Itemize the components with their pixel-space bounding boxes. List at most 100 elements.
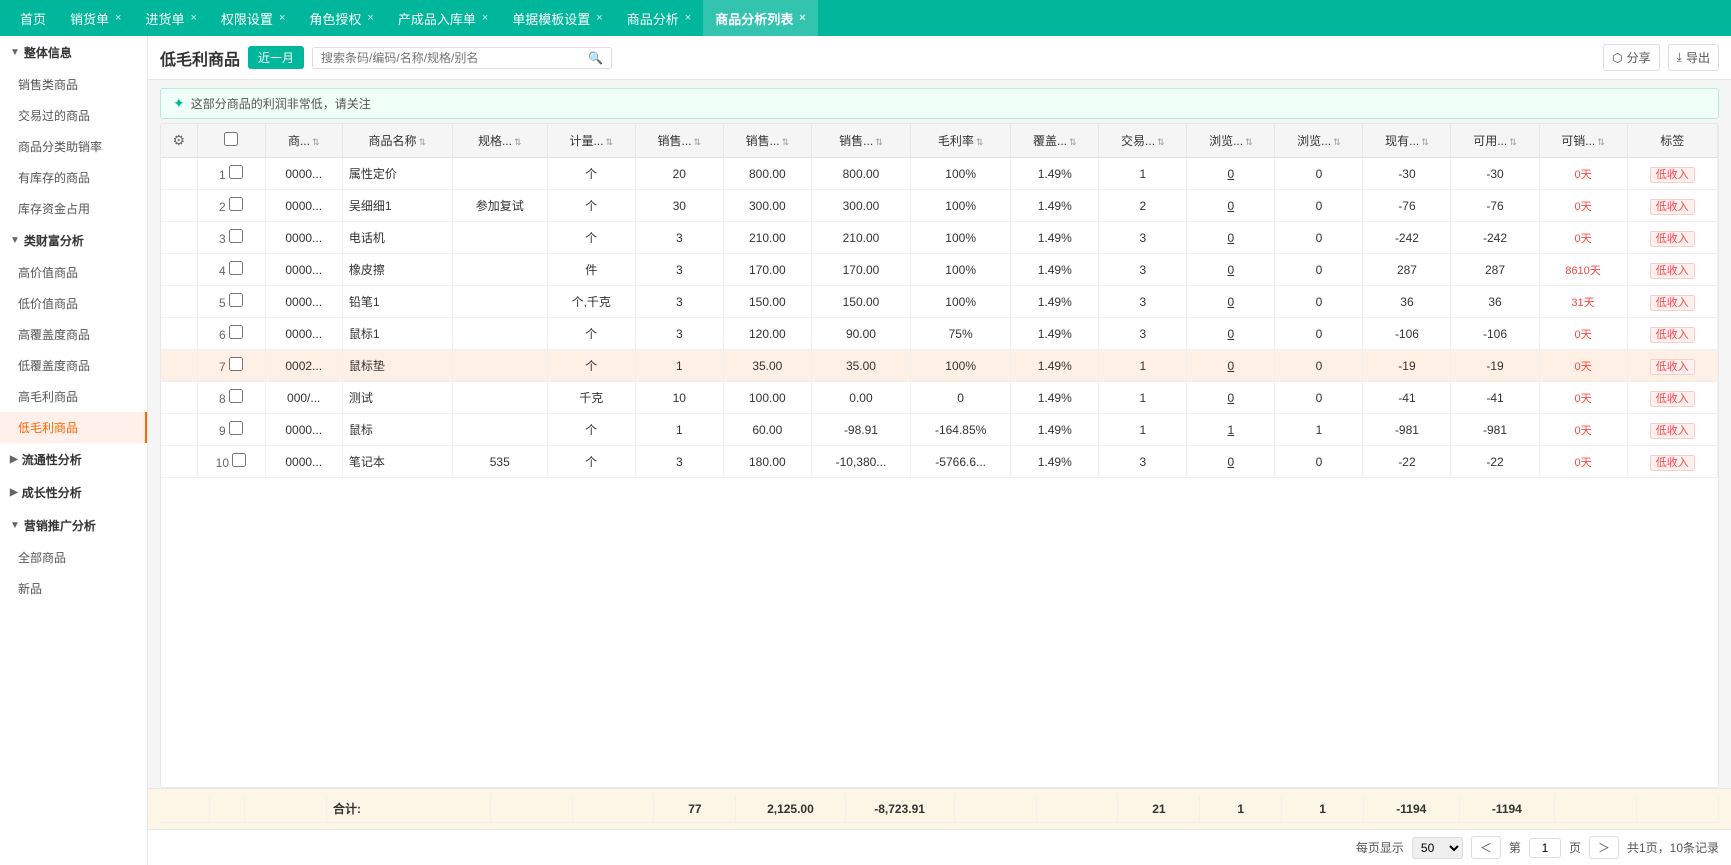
row-checkbox[interactable]	[229, 293, 243, 307]
col-code[interactable]: 商...⇅	[265, 124, 342, 158]
row-sale-amount: -98.91	[811, 414, 910, 446]
sidebar-group-marketing[interactable]: ▼ 营销推广分析	[0, 509, 147, 542]
close-icon[interactable]: ×	[115, 12, 121, 24]
sidebar-item-high-margin[interactable]: 高毛利商品	[0, 381, 147, 412]
view1-link[interactable]: 0	[1228, 295, 1235, 309]
col-sale-price[interactable]: 销售...⇅	[723, 124, 811, 158]
view1-link[interactable]: 0	[1228, 327, 1235, 341]
sidebar-item-category-sales-rate[interactable]: 商品分类助销率	[0, 131, 147, 162]
sidebar-item-traded-goods[interactable]: 交易过的商品	[0, 100, 147, 131]
settings-icon[interactable]: ⚙	[172, 132, 185, 148]
total-sale-amount: -8,723.91	[845, 795, 954, 823]
row-coverage: 1.49%	[1011, 446, 1099, 478]
nav-permission-settings[interactable]: 权限设置 ×	[209, 0, 297, 36]
page-number-input[interactable]	[1529, 838, 1561, 858]
view1-link[interactable]: 0	[1228, 231, 1235, 245]
col-sale-qty[interactable]: 销售...⇅	[635, 124, 723, 158]
period-button[interactable]: 近一月	[248, 46, 304, 69]
close-icon[interactable]: ×	[367, 12, 373, 24]
view1-link[interactable]: 0	[1228, 391, 1235, 405]
sidebar-group-growth[interactable]: ▶ 成长性分析	[0, 476, 147, 509]
nav-sales-order[interactable]: 销货单 ×	[58, 0, 133, 36]
tag-badge: 低收入	[1650, 199, 1695, 215]
top-navigation: 首页 销货单 × 进货单 × 权限设置 × 角色授权 × 产成品入库单 × 单据…	[0, 0, 1731, 36]
sidebar-item-high-coverage[interactable]: 高覆盖度商品	[0, 319, 147, 350]
row-checkbox[interactable]	[229, 421, 243, 435]
col-view2[interactable]: 浏览...⇅	[1275, 124, 1363, 158]
row-checkbox[interactable]	[232, 453, 246, 467]
col-spec[interactable]: 规格...⇅	[452, 124, 547, 158]
view1-link[interactable]: 0	[1228, 263, 1235, 277]
sidebar-item-high-value[interactable]: 高价值商品	[0, 257, 147, 288]
export-button[interactable]: ⤓ 导出	[1668, 44, 1719, 71]
total-label: 合计:	[326, 795, 490, 823]
sidebar-item-low-coverage[interactable]: 低覆盖度商品	[0, 350, 147, 381]
col-tag[interactable]: 标签	[1627, 124, 1717, 158]
sidebar-item-sales-goods[interactable]: 销售类商品	[0, 69, 147, 100]
export-icon: ⤓	[1677, 50, 1682, 65]
row-settings	[161, 286, 197, 318]
row-checkbox[interactable]	[229, 165, 243, 179]
nav-product-analysis-list[interactable]: 商品分析列表 ×	[703, 0, 817, 36]
col-sale-amount[interactable]: 销售...⇅	[811, 124, 910, 158]
nav-home[interactable]: 首页	[8, 0, 58, 36]
nav-product-analysis[interactable]: 商品分析 ×	[615, 0, 703, 36]
col-checkbox[interactable]	[197, 124, 265, 158]
row-checkbox[interactable]	[229, 389, 243, 403]
sidebar-item-all-goods[interactable]: 全部商品	[0, 542, 147, 573]
col-view1[interactable]: 浏览...⇅	[1187, 124, 1275, 158]
sidebar-item-new-goods[interactable]: 新品	[0, 573, 147, 604]
row-spec	[452, 286, 547, 318]
select-all-checkbox[interactable]	[224, 132, 238, 146]
sidebar-item-stock-capital[interactable]: 库存资金占用	[0, 193, 147, 224]
search-input[interactable]	[321, 51, 588, 65]
col-available[interactable]: 可用...⇅	[1451, 124, 1539, 158]
next-page-button[interactable]: ＞	[1589, 836, 1619, 859]
close-icon[interactable]: ×	[279, 12, 285, 24]
nav-product-inbound[interactable]: 产成品入库单 ×	[386, 0, 500, 36]
view1-link[interactable]: 0	[1228, 455, 1235, 469]
col-current-stock[interactable]: 现有...⇅	[1363, 124, 1451, 158]
sidebar-group-liquidity[interactable]: ▶ 流通性分析	[0, 443, 147, 476]
close-icon[interactable]: ×	[482, 12, 488, 24]
row-checkbox[interactable]	[229, 229, 243, 243]
nav-purchase-order[interactable]: 进货单 ×	[133, 0, 208, 36]
row-view1[interactable]: 1	[1187, 414, 1275, 446]
row-checkbox[interactable]	[229, 325, 243, 339]
col-gross-margin[interactable]: 毛利率⇅	[911, 124, 1011, 158]
col-coverage[interactable]: 覆盖...⇅	[1011, 124, 1099, 158]
view1-link[interactable]: 1	[1228, 423, 1235, 437]
row-checkbox[interactable]	[229, 261, 243, 275]
row-checkbox[interactable]	[229, 197, 243, 211]
search-box[interactable]: 🔍	[312, 47, 612, 69]
data-table-container[interactable]: ⚙ 商...⇅ 商品名称⇅ 规格...⇅ 计量...⇅ 销售...⇅ 销售...…	[160, 123, 1719, 788]
col-name[interactable]: 商品名称⇅	[342, 124, 452, 158]
col-sellable[interactable]: 可销...⇅	[1539, 124, 1627, 158]
row-sale-qty: 3	[635, 446, 723, 478]
sidebar-group-overall[interactable]: ▼ 整体信息	[0, 36, 147, 69]
view1-link[interactable]: 0	[1228, 199, 1235, 213]
share-button[interactable]: ⬡ 分享	[1603, 44, 1660, 71]
row-coverage: 1.49%	[1011, 382, 1099, 414]
sidebar-group-wealth-analysis[interactable]: ▼ 类财富分析	[0, 224, 147, 257]
view1-link[interactable]: 0	[1228, 167, 1235, 181]
close-icon[interactable]: ×	[190, 12, 196, 24]
close-icon[interactable]: ×	[799, 12, 805, 24]
sidebar-item-low-margin[interactable]: 低毛利商品	[0, 412, 147, 443]
col-trade[interactable]: 交易...⇅	[1099, 124, 1187, 158]
row-view1: 0	[1187, 318, 1275, 350]
close-icon[interactable]: ×	[596, 12, 602, 24]
view1-link[interactable]: 0	[1228, 359, 1235, 373]
row-sellable: 0天	[1539, 350, 1627, 382]
prev-page-button[interactable]: ＜	[1471, 836, 1501, 859]
sidebar-item-stock-goods[interactable]: 有库存的商品	[0, 162, 147, 193]
row-checkbox[interactable]	[229, 357, 243, 371]
row-view2: 0	[1275, 446, 1363, 478]
close-icon[interactable]: ×	[685, 12, 691, 24]
sidebar-item-low-value[interactable]: 低价值商品	[0, 288, 147, 319]
nav-template-settings[interactable]: 单据模板设置 ×	[500, 0, 614, 36]
col-unit[interactable]: 计量...⇅	[547, 124, 635, 158]
col-settings[interactable]: ⚙	[161, 124, 197, 158]
nav-role-auth[interactable]: 角色授权 ×	[297, 0, 385, 36]
per-page-select[interactable]: 50 100 200	[1412, 837, 1463, 859]
